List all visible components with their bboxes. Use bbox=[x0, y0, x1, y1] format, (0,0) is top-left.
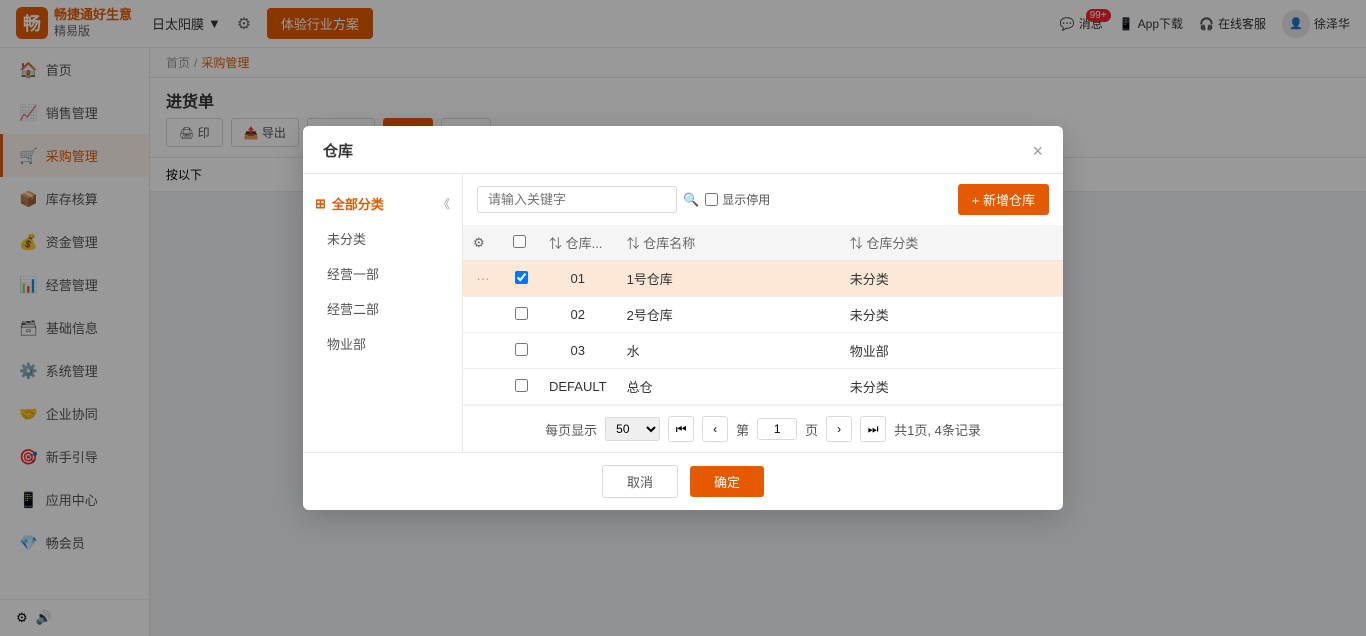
row-actions bbox=[463, 333, 503, 369]
table-row[interactable]: 02 2号仓库 未分类 bbox=[463, 297, 1063, 333]
page-input[interactable] bbox=[757, 418, 797, 440]
row-category: 未分类 bbox=[840, 297, 1063, 333]
warehouse-dialog: 仓库 × ⊞ 全部分类 《 未分类 经营一部 经营二部 物业部 bbox=[303, 126, 1063, 510]
first-page-btn[interactable]: ⏮ bbox=[668, 416, 694, 442]
search-box: 🔍 显示停用 bbox=[477, 186, 770, 213]
table-panel: 🔍 显示停用 + 新增仓库 ⚙ bbox=[463, 174, 1063, 452]
sort-name-icon: ⇅ bbox=[627, 236, 640, 251]
confirm-button[interactable]: 确定 bbox=[690, 466, 764, 497]
col-header-category: ⇅ 仓库分类 bbox=[840, 225, 1063, 261]
category-item-op2[interactable]: 经营二部 bbox=[303, 291, 462, 326]
select-all-checkbox[interactable] bbox=[513, 235, 526, 248]
collapse-icon[interactable]: 《 bbox=[438, 195, 450, 212]
category-item-uncategorized[interactable]: 未分类 bbox=[303, 221, 462, 256]
col-header-name: ⇅ 仓库名称 bbox=[617, 225, 840, 261]
row-actions: ··· bbox=[463, 261, 503, 297]
grid-icon: ⊞ bbox=[315, 196, 326, 212]
row-actions bbox=[463, 369, 503, 405]
row-num: DEFAULT bbox=[539, 369, 617, 405]
per-page-select[interactable]: 50 100 bbox=[605, 417, 660, 441]
row-num: 01 bbox=[539, 261, 617, 297]
row-checkbox-cell[interactable] bbox=[503, 297, 539, 333]
show-disabled-checkbox[interactable] bbox=[705, 193, 718, 206]
table-row[interactable]: ··· 01 1号仓库 未分类 bbox=[463, 261, 1063, 297]
per-page-label: 每页显示 bbox=[545, 420, 597, 439]
pagination: 每页显示 50 100 ⏮ ‹ 第 页 › ⏭ 共1页, 4条记录 bbox=[463, 405, 1063, 452]
category-header[interactable]: ⊞ 全部分类 《 bbox=[303, 186, 462, 221]
row-checkbox-cell[interactable] bbox=[503, 261, 539, 297]
row-checkbox[interactable] bbox=[515, 271, 528, 284]
col-header-actions: ⚙ bbox=[463, 225, 503, 261]
row-category: 未分类 bbox=[840, 261, 1063, 297]
row-checkbox[interactable] bbox=[515, 379, 528, 392]
next-page-btn[interactable]: › bbox=[826, 416, 852, 442]
page-suffix: 页 bbox=[805, 420, 818, 439]
warehouse-table: ⚙ ⇅ 仓库... ⇅ 仓库名称 bbox=[463, 225, 1063, 405]
all-category-label: 全部分类 bbox=[332, 194, 384, 213]
table-toolbar: 🔍 显示停用 + 新增仓库 bbox=[463, 174, 1063, 225]
dialog-body: ⊞ 全部分类 《 未分类 经营一部 经营二部 物业部 🔍 bbox=[303, 174, 1063, 452]
row-name: 水 bbox=[617, 333, 840, 369]
row-category: 未分类 bbox=[840, 369, 1063, 405]
row-num: 02 bbox=[539, 297, 617, 333]
sort-cat-icon: ⇅ bbox=[850, 236, 863, 251]
row-num: 03 bbox=[539, 333, 617, 369]
row-checkbox[interactable] bbox=[515, 307, 528, 320]
add-warehouse-button[interactable]: + 新增仓库 bbox=[958, 184, 1049, 215]
dialog-header: 仓库 × bbox=[303, 126, 1063, 174]
dialog-overlay: 仓库 × ⊞ 全部分类 《 未分类 经营一部 经营二部 物业部 bbox=[0, 0, 1366, 636]
page-label: 第 bbox=[736, 420, 749, 439]
sort-icon: ⇅ bbox=[549, 236, 562, 251]
show-disabled-label[interactable]: 显示停用 bbox=[705, 191, 770, 208]
last-page-btn[interactable]: ⏭ bbox=[860, 416, 886, 442]
search-input[interactable] bbox=[477, 186, 677, 213]
category-item-op1[interactable]: 经营一部 bbox=[303, 256, 462, 291]
row-name: 总仓 bbox=[617, 369, 840, 405]
category-panel: ⊞ 全部分类 《 未分类 经营一部 经营二部 物业部 bbox=[303, 174, 463, 452]
close-icon[interactable]: × bbox=[1032, 142, 1043, 160]
row-actions bbox=[463, 297, 503, 333]
col-header-check bbox=[503, 225, 539, 261]
table-row[interactable]: DEFAULT 总仓 未分类 bbox=[463, 369, 1063, 405]
total-label: 共1页, 4条记录 bbox=[894, 420, 981, 439]
table-row[interactable]: 03 水 物业部 bbox=[463, 333, 1063, 369]
row-name: 2号仓库 bbox=[617, 297, 840, 333]
more-icon[interactable]: ··· bbox=[477, 271, 490, 286]
col-header-code: ⇅ 仓库... bbox=[539, 225, 617, 261]
row-checkbox-cell[interactable] bbox=[503, 333, 539, 369]
row-category: 物业部 bbox=[840, 333, 1063, 369]
table-container: ⚙ ⇅ 仓库... ⇅ 仓库名称 bbox=[463, 225, 1063, 405]
prev-page-btn[interactable]: ‹ bbox=[702, 416, 728, 442]
search-icon[interactable]: 🔍 bbox=[683, 192, 699, 208]
row-checkbox[interactable] bbox=[515, 343, 528, 356]
row-name: 1号仓库 bbox=[617, 261, 840, 297]
category-item-property[interactable]: 物业部 bbox=[303, 326, 462, 361]
gear-col-icon: ⚙ bbox=[473, 235, 485, 250]
cancel-button[interactable]: 取消 bbox=[602, 465, 678, 498]
dialog-footer: 取消 确定 bbox=[303, 452, 1063, 510]
dialog-title: 仓库 bbox=[323, 140, 353, 161]
row-checkbox-cell[interactable] bbox=[503, 369, 539, 405]
